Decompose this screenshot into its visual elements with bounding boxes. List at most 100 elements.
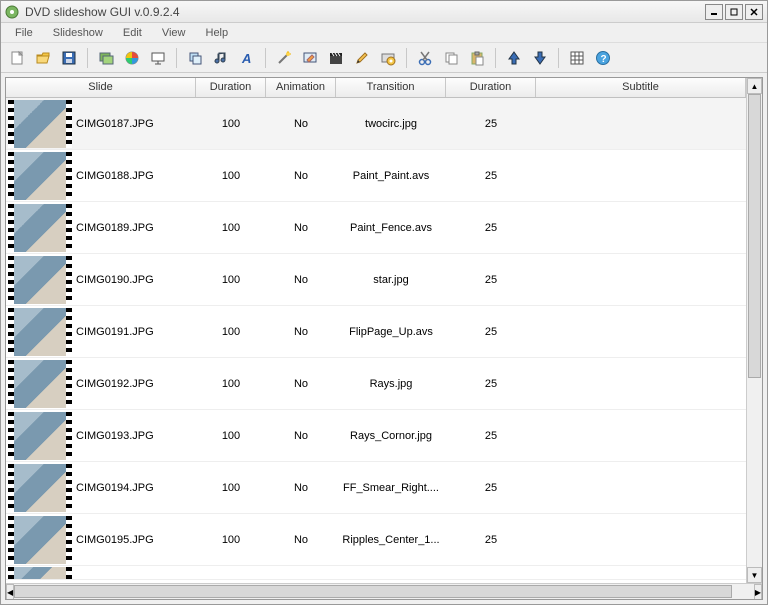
save-icon[interactable] bbox=[57, 46, 81, 70]
table-row[interactable]: CIMG0187.JPG100Notwocirc.jpg25 bbox=[6, 98, 762, 150]
scroll-right-button[interactable]: ▶ bbox=[754, 584, 762, 600]
wand-icon[interactable] bbox=[272, 46, 296, 70]
hscroll-track[interactable] bbox=[14, 584, 754, 599]
music-note-icon[interactable] bbox=[209, 46, 233, 70]
slide-thumbnail-icon bbox=[8, 308, 72, 356]
menu-view[interactable]: View bbox=[154, 25, 194, 41]
cell-slide: CIMG0190.JPG bbox=[6, 256, 196, 304]
menu-file[interactable]: File bbox=[7, 25, 41, 41]
slide-filename: CIMG0193.JPG bbox=[76, 430, 154, 442]
slide-filename: CIMG0188.JPG bbox=[76, 170, 154, 182]
cell-duration2: 25 bbox=[446, 222, 536, 234]
help-icon[interactable]: ? bbox=[591, 46, 615, 70]
table-row[interactable]: CIMG0189.JPG100NoPaint_Fence.avs25 bbox=[6, 202, 762, 254]
cell-slide: CIMG0193.JPG bbox=[6, 412, 196, 460]
table-row[interactable]: CIMG0192.JPG100NoRays.jpg25 bbox=[6, 358, 762, 410]
screen-edit-icon[interactable] bbox=[298, 46, 322, 70]
slide-thumbnail-icon bbox=[8, 360, 72, 408]
add-image-icon[interactable] bbox=[94, 46, 118, 70]
presentation-icon[interactable] bbox=[146, 46, 170, 70]
main-window: DVD slideshow GUI v.0.9.2.4 File Slidesh… bbox=[0, 0, 768, 605]
toolbar: A? bbox=[1, 43, 767, 73]
slide-filename: CIMG0192.JPG bbox=[76, 378, 154, 390]
cell-transition: FF_Smear_Right.... bbox=[336, 482, 446, 494]
table-row[interactable] bbox=[6, 566, 762, 580]
table-row[interactable]: CIMG0193.JPG100NoRays_Cornor.jpg25 bbox=[6, 410, 762, 462]
table-row[interactable]: CIMG0191.JPG100NoFlipPage_Up.avs25 bbox=[6, 306, 762, 358]
cell-animation: No bbox=[266, 274, 336, 286]
col-header-subtitle[interactable]: Subtitle bbox=[536, 78, 746, 97]
cell-duration2: 25 bbox=[446, 118, 536, 130]
cell-duration2: 25 bbox=[446, 274, 536, 286]
grid-icon[interactable] bbox=[565, 46, 589, 70]
col-header-duration[interactable]: Duration bbox=[196, 78, 266, 97]
slide-filename: CIMG0189.JPG bbox=[76, 222, 154, 234]
col-header-animation[interactable]: Animation bbox=[266, 78, 336, 97]
table-row[interactable]: CIMG0194.JPG100NoFF_Smear_Right....25 bbox=[6, 462, 762, 514]
cell-slide: CIMG0189.JPG bbox=[6, 204, 196, 252]
content-panel: Slide Duration Animation Transition Dura… bbox=[5, 77, 763, 600]
menu-edit[interactable]: Edit bbox=[115, 25, 150, 41]
menu-slideshow[interactable]: Slideshow bbox=[45, 25, 111, 41]
cell-duration: 100 bbox=[196, 274, 266, 286]
vscroll-track[interactable] bbox=[747, 94, 762, 567]
maximize-button[interactable] bbox=[725, 4, 743, 20]
hscroll-thumb[interactable] bbox=[14, 585, 731, 598]
cell-transition: Paint_Paint.avs bbox=[336, 170, 446, 182]
cell-animation: No bbox=[266, 482, 336, 494]
cell-slide: CIMG0188.JPG bbox=[6, 152, 196, 200]
slide-filename: CIMG0191.JPG bbox=[76, 326, 154, 338]
minimize-button[interactable] bbox=[705, 4, 723, 20]
new-icon[interactable] bbox=[5, 46, 29, 70]
horizontal-scrollbar[interactable]: ◀ ▶ bbox=[6, 583, 762, 599]
arrow-up-icon[interactable] bbox=[502, 46, 526, 70]
slide-thumbnail-icon bbox=[8, 464, 72, 512]
cell-transition: twocirc.jpg bbox=[336, 118, 446, 130]
cell-duration2: 25 bbox=[446, 534, 536, 546]
app-icon bbox=[5, 5, 19, 19]
table-row[interactable]: CIMG0195.JPG100NoRipples_Center_1...25 bbox=[6, 514, 762, 566]
col-header-transition[interactable]: Transition bbox=[336, 78, 446, 97]
cell-slide: CIMG0195.JPG bbox=[6, 516, 196, 564]
scroll-down-button[interactable]: ▼ bbox=[747, 567, 762, 583]
vertical-scrollbar[interactable]: ▲ ▼ bbox=[746, 78, 762, 583]
toolbar-separator bbox=[495, 48, 496, 68]
menubar: File Slideshow Edit View Help bbox=[1, 23, 767, 43]
clapper-icon[interactable] bbox=[324, 46, 348, 70]
scroll-up-button[interactable]: ▲ bbox=[747, 78, 762, 94]
svg-text:A: A bbox=[241, 51, 251, 66]
table-row[interactable]: CIMG0188.JPG100NoPaint_Paint.avs25 bbox=[6, 150, 762, 202]
cell-duration2: 25 bbox=[446, 378, 536, 390]
cell-transition: Ripples_Center_1... bbox=[336, 534, 446, 546]
film-settings-icon[interactable] bbox=[376, 46, 400, 70]
col-header-duration2[interactable]: Duration bbox=[446, 78, 536, 97]
cut-icon[interactable] bbox=[413, 46, 437, 70]
slide-thumbnail-icon bbox=[8, 100, 72, 148]
open-icon[interactable] bbox=[31, 46, 55, 70]
color-wheel-icon[interactable] bbox=[120, 46, 144, 70]
grid-body: CIMG0187.JPG100Notwocirc.jpg25CIMG0188.J… bbox=[6, 98, 762, 599]
slide-thumbnail-icon bbox=[8, 152, 72, 200]
font-a-icon[interactable]: A bbox=[235, 46, 259, 70]
table-row[interactable]: CIMG0190.JPG100Nostar.jpg25 bbox=[6, 254, 762, 306]
slide-thumbnail-icon bbox=[8, 567, 72, 579]
pencil-icon[interactable] bbox=[350, 46, 374, 70]
arrow-down-icon[interactable] bbox=[528, 46, 552, 70]
copy-icon[interactable] bbox=[439, 46, 463, 70]
col-header-slide[interactable]: Slide bbox=[6, 78, 196, 97]
toolbar-separator bbox=[87, 48, 88, 68]
cell-duration: 100 bbox=[196, 326, 266, 338]
vscroll-thumb[interactable] bbox=[748, 94, 761, 378]
paste-icon[interactable] bbox=[465, 46, 489, 70]
cell-duration: 100 bbox=[196, 430, 266, 442]
close-button[interactable] bbox=[745, 4, 763, 20]
titlebar: DVD slideshow GUI v.0.9.2.4 bbox=[1, 1, 767, 23]
slide-filename: CIMG0195.JPG bbox=[76, 534, 154, 546]
menu-help[interactable]: Help bbox=[198, 25, 237, 41]
copy-slides-icon[interactable] bbox=[183, 46, 207, 70]
cell-duration: 100 bbox=[196, 118, 266, 130]
slide-thumbnail-icon bbox=[8, 516, 72, 564]
slide-thumbnail-icon bbox=[8, 256, 72, 304]
scroll-left-button[interactable]: ◀ bbox=[6, 584, 14, 600]
cell-slide: CIMG0194.JPG bbox=[6, 464, 196, 512]
